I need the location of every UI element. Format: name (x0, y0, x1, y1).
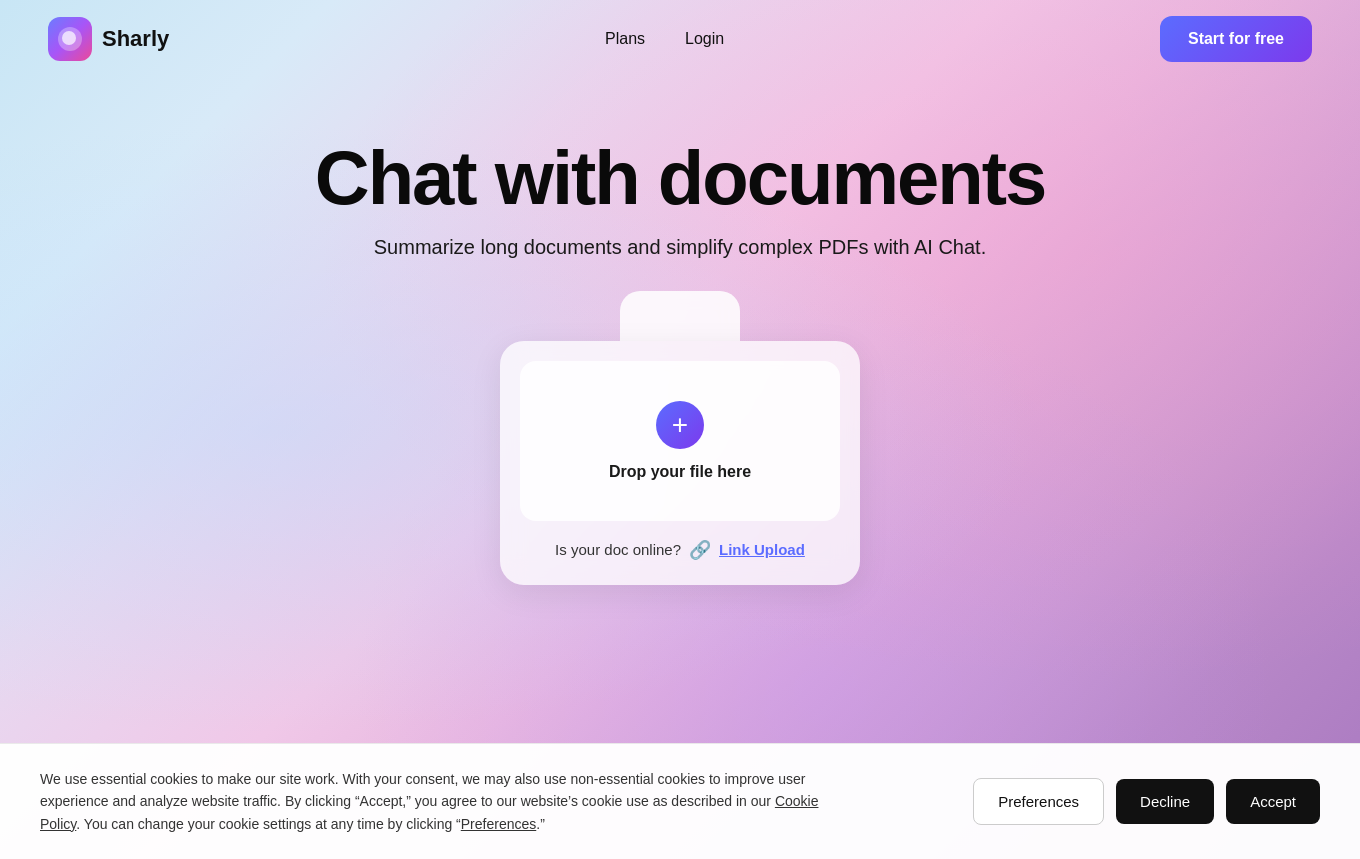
cookie-text-part3: .” (536, 816, 545, 832)
cookie-banner: We use essential cookies to make our sit… (0, 743, 1360, 859)
upload-plus-button[interactable]: + (656, 401, 704, 449)
cookie-text-part1: We use essential cookies to make our sit… (40, 771, 805, 809)
upload-footer: Is your doc online? 🔗 Link Upload (520, 521, 840, 565)
link-upload-button[interactable]: Link Upload (719, 541, 805, 558)
preferences-button[interactable]: Preferences (973, 778, 1104, 825)
brand: Sharly (48, 17, 169, 61)
start-for-free-button[interactable]: Start for free (1160, 16, 1312, 62)
nav-plans[interactable]: Plans (605, 30, 645, 48)
accept-button[interactable]: Accept (1226, 779, 1320, 824)
nav-links: Plans Login (605, 30, 724, 48)
upload-dropzone[interactable]: + Drop your file here (520, 361, 840, 521)
logo-mark (58, 27, 82, 51)
cookie-buttons: Preferences Decline Accept (973, 778, 1320, 825)
upload-container: + Drop your file here Is your doc online… (500, 291, 860, 585)
upload-notch (620, 291, 740, 341)
hero-subtitle: Summarize long documents and simplify co… (374, 236, 986, 259)
brand-name: Sharly (102, 26, 169, 52)
cookie-text-part2: . You can change your cookie settings at… (76, 816, 460, 832)
link-icon: 🔗 (689, 539, 711, 561)
upload-card: + Drop your file here Is your doc online… (500, 341, 860, 585)
decline-button[interactable]: Decline (1116, 779, 1214, 824)
online-doc-text: Is your doc online? (555, 541, 681, 558)
logo-icon (48, 17, 92, 61)
hero-title: Chat with documents (315, 138, 1045, 218)
upload-drop-label: Drop your file here (609, 463, 751, 481)
preferences-inline-link[interactable]: Preferences (461, 816, 536, 832)
hero-section: Chat with documents Summarize long docum… (0, 78, 1360, 585)
nav-login[interactable]: Login (685, 30, 724, 48)
cookie-text: We use essential cookies to make our sit… (40, 768, 860, 835)
navbar: Sharly Plans Login Start for free (0, 0, 1360, 78)
